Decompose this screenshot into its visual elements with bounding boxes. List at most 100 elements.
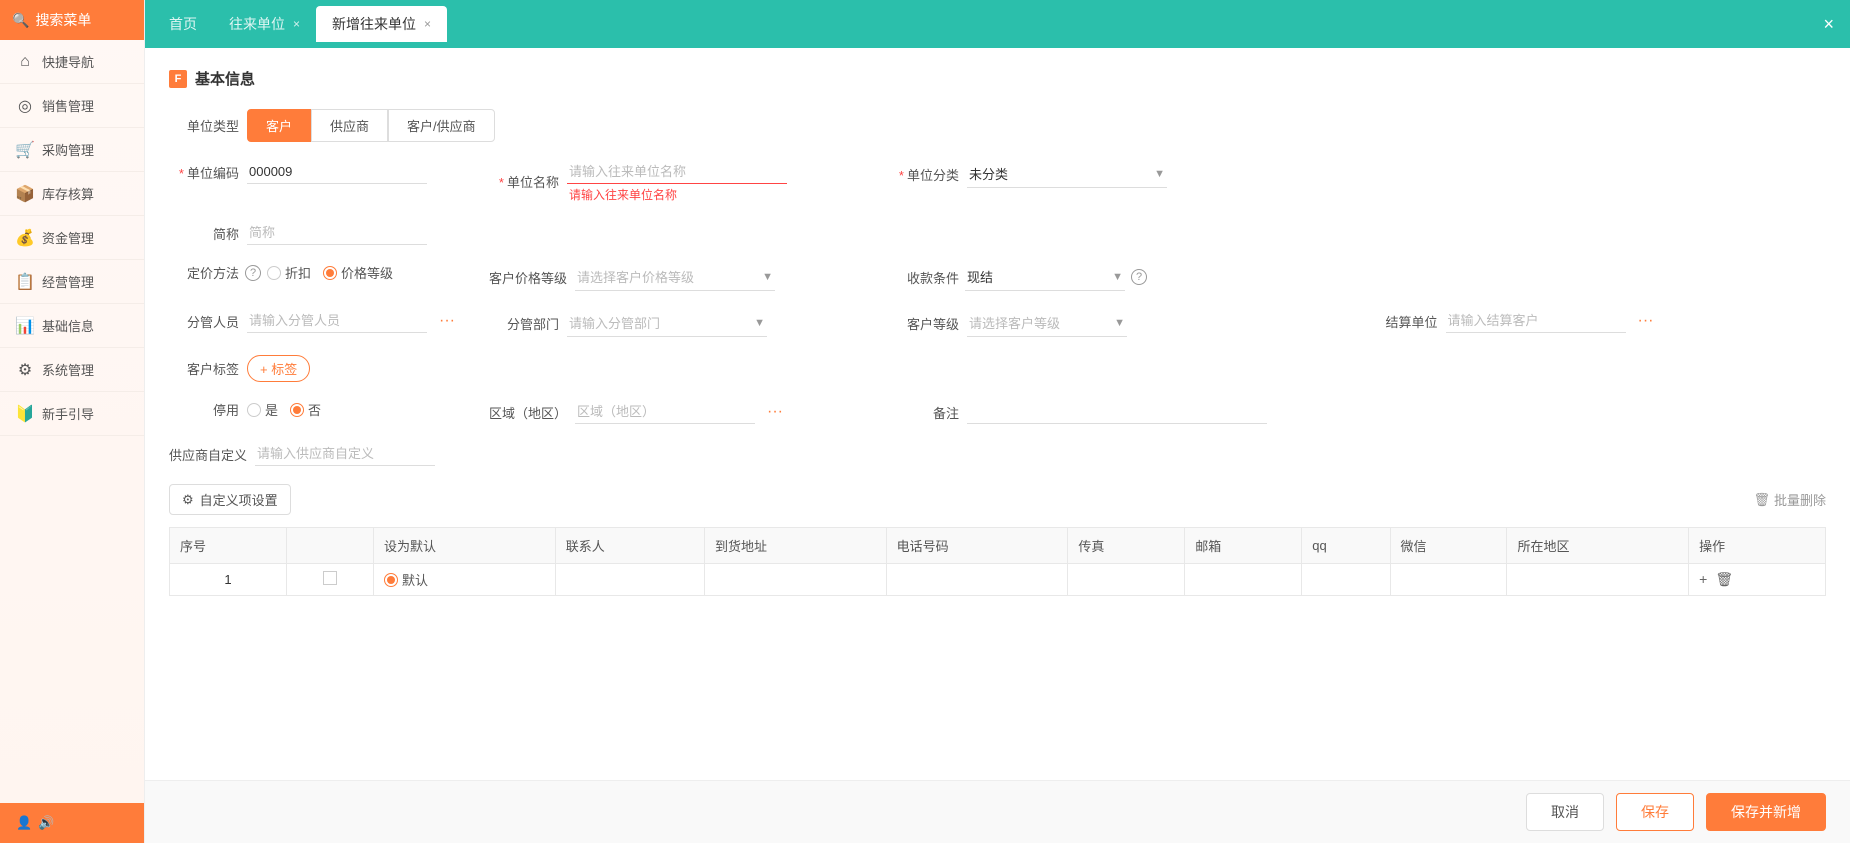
- table-header-row: 序号 设为默认 联系人 到货地址 电话号码 传真 邮箱 qq 微信 所在地区 操…: [170, 528, 1826, 564]
- sidebar-item-inventory[interactable]: 📦 库存核算: [0, 172, 144, 216]
- save-button[interactable]: 保存: [1616, 793, 1694, 831]
- short-name-input[interactable]: [247, 221, 427, 245]
- sidebar-item-label: 资金管理: [42, 228, 94, 247]
- type-btn-both[interactable]: 客户/供应商: [388, 109, 495, 142]
- supplier-custom-row: 供应商自定义: [169, 442, 1826, 466]
- disabled-row: 停用 是 否 区域（地区） ··· 备注: [169, 400, 1826, 424]
- supplier-custom-input[interactable]: [255, 442, 435, 466]
- sidebar-item-quick-nav[interactable]: ⌂ 快捷导航: [0, 40, 144, 84]
- chevron-down-icon: ▼: [1154, 168, 1165, 180]
- contacts-table: 序号 设为默认 联系人 到货地址 电话号码 传真 邮箱 qq 微信 所在地区 操…: [169, 527, 1826, 596]
- settlement-input[interactable]: [1446, 309, 1626, 333]
- pricing-method-label: 定价方法: [169, 263, 239, 282]
- tab-contacts-label: 往来单位: [229, 14, 285, 34]
- main-area: 首页 往来单位 × 新增往来单位 × × F 基本信息 单位类型 客户 供应商 …: [145, 0, 1850, 843]
- close-all-button[interactable]: ×: [1815, 14, 1842, 35]
- add-tag-button[interactable]: + 标签: [247, 355, 310, 382]
- search-icon: 🔍: [12, 12, 29, 29]
- col-checkbox: [286, 528, 373, 564]
- section-title: F 基本信息: [169, 68, 1826, 89]
- settlement-more-button[interactable]: ···: [1634, 312, 1658, 330]
- payment-terms-select[interactable]: 现结 ▼: [965, 263, 1125, 291]
- department-select[interactable]: 请输入分管部门 ▼: [567, 309, 767, 337]
- col-qq: qq: [1302, 528, 1390, 564]
- region-more-button[interactable]: ···: [763, 403, 787, 421]
- row-add-icon[interactable]: +: [1699, 571, 1707, 588]
- customer-level-select[interactable]: 请选择客户等级 ▼: [967, 309, 1127, 337]
- radio-disabled-no[interactable]: 否: [290, 400, 321, 419]
- sidebar-item-guide[interactable]: 🔰 新手引导: [0, 392, 144, 436]
- pricing-method-group: 定价方法 ? 折扣 价格等级: [169, 263, 489, 282]
- row-contact: [555, 564, 704, 596]
- batch-delete-button[interactable]: 🗑 批量删除: [1753, 490, 1826, 509]
- radio-discount[interactable]: 折扣: [267, 263, 311, 282]
- col-index: 序号: [170, 528, 287, 564]
- sidebar-item-basic-info[interactable]: 📊 基础信息: [0, 304, 144, 348]
- row-default-radio[interactable]: 默认: [384, 570, 545, 589]
- radio-price-level[interactable]: 价格等级: [323, 263, 393, 282]
- region-input[interactable]: [575, 400, 755, 424]
- row-actions: + 🗑: [1689, 564, 1826, 596]
- sidebar-item-operation[interactable]: 📋 经营管理: [0, 260, 144, 304]
- pricing-info-icon[interactable]: ?: [245, 265, 261, 281]
- tab-add-contact[interactable]: 新增往来单位 ×: [316, 6, 447, 42]
- unit-name-input[interactable]: [567, 160, 787, 184]
- tab-bar: 首页 往来单位 × 新增往来单位 × ×: [145, 0, 1850, 48]
- tab-home[interactable]: 首页: [153, 6, 213, 42]
- sidebar-item-label: 销售管理: [42, 96, 94, 115]
- gear-icon: ⚙: [182, 492, 194, 508]
- search-menu-button[interactable]: 🔍 搜索菜单: [0, 0, 144, 40]
- footer: 取消 保存 保存并新增: [145, 780, 1850, 843]
- unit-category-group: 单位分类 未分类 ▼: [889, 160, 1826, 188]
- manager-label: 分管人员: [169, 312, 239, 331]
- tab-contacts-close[interactable]: ×: [293, 17, 300, 31]
- unit-type-row: 单位类型 客户 供应商 客户/供应商: [169, 109, 1826, 142]
- radio-yes-circle: [247, 403, 261, 417]
- col-contact: 联系人: [555, 528, 704, 564]
- manager-input[interactable]: [247, 309, 427, 333]
- unit-category-label: 单位分类: [889, 165, 959, 184]
- radio-disabled-yes[interactable]: 是: [247, 400, 278, 419]
- unit-name-label: 单位名称: [489, 172, 559, 191]
- type-btn-supplier[interactable]: 供应商: [311, 109, 388, 142]
- tab-contacts[interactable]: 往来单位 ×: [213, 6, 316, 42]
- payment-terms-value: 现结: [967, 267, 1108, 286]
- row-wechat: [1390, 564, 1507, 596]
- save-add-button[interactable]: 保存并新增: [1706, 793, 1826, 831]
- remark-input[interactable]: [967, 400, 1267, 424]
- sidebar-item-finance[interactable]: 💰 资金管理: [0, 216, 144, 260]
- sidebar-item-purchase[interactable]: 🛒 采购管理: [0, 128, 144, 172]
- manager-row: 分管人员 ··· 分管部门 请输入分管部门 ▼ 客户等级 请选择客户等级 ▼ 结…: [169, 309, 1826, 337]
- sidebar-footer[interactable]: 👤 🔊: [0, 803, 144, 843]
- custom-settings-button[interactable]: ⚙ 自定义项设置: [169, 484, 291, 515]
- unit-code-input[interactable]: [247, 160, 427, 184]
- sidebar-item-sales[interactable]: ◎ 销售管理: [0, 84, 144, 128]
- sidebar-item-label: 系统管理: [42, 360, 94, 379]
- type-btn-customer[interactable]: 客户: [247, 109, 311, 142]
- short-name-group: 简称: [169, 221, 1826, 245]
- payment-info-icon[interactable]: ?: [1131, 269, 1147, 285]
- row-default-cell: 默认: [374, 564, 556, 596]
- department-group: 分管部门 请输入分管部门 ▼: [489, 309, 869, 337]
- chevron-down-icon3: ▼: [1112, 271, 1123, 283]
- customer-price-placeholder: 请选择客户价格等级: [577, 267, 694, 286]
- sidebar-item-label: 快捷导航: [42, 52, 94, 71]
- row-qq: [1302, 564, 1390, 596]
- settings-btn-label: 自定义项设置: [200, 490, 278, 509]
- guide-icon: 🔰: [16, 405, 34, 423]
- radio-discount-circle: [267, 266, 281, 280]
- sales-icon: ◎: [16, 97, 34, 115]
- tab-add-contact-close[interactable]: ×: [424, 17, 431, 31]
- unit-category-select[interactable]: 未分类 ▼: [967, 160, 1167, 188]
- row-checkbox[interactable]: [323, 571, 337, 585]
- sidebar-item-system[interactable]: ⚙ 系统管理: [0, 348, 144, 392]
- customer-level-placeholder: 请选择客户等级: [969, 313, 1060, 332]
- customer-price-select[interactable]: 请选择客户价格等级 ▼: [575, 263, 775, 291]
- manager-more-button[interactable]: ···: [435, 312, 459, 330]
- row-delete-icon[interactable]: 🗑: [1715, 571, 1733, 588]
- remark-group: 备注: [889, 400, 1826, 424]
- pricing-row: 定价方法 ? 折扣 价格等级 客户价格等级 请选择客户价格等级: [169, 263, 1826, 291]
- cancel-button[interactable]: 取消: [1526, 793, 1604, 831]
- col-address: 到货地址: [705, 528, 887, 564]
- tab-home-label: 首页: [169, 14, 197, 34]
